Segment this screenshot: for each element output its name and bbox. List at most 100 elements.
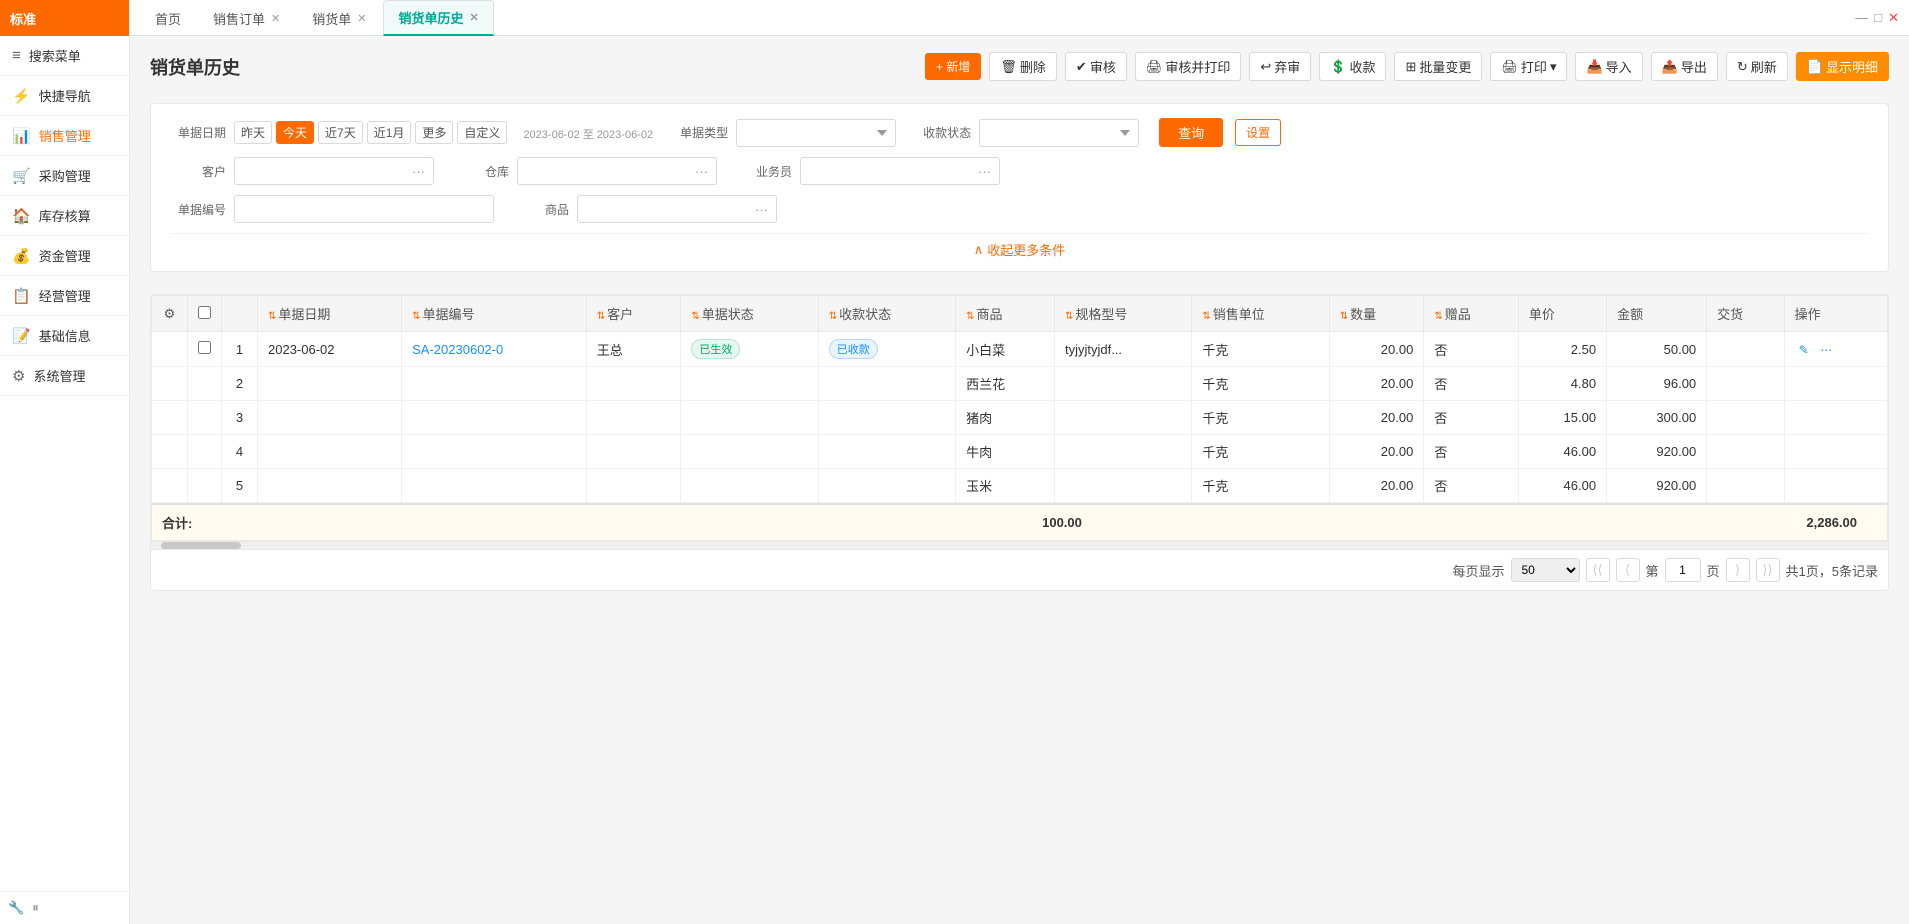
page-input[interactable]	[1665, 558, 1701, 582]
close-window-icon[interactable]: ✕	[1888, 10, 1899, 26]
col-settings[interactable]: ⚙	[152, 296, 188, 332]
goods-picker-dots[interactable]: ···	[755, 202, 768, 217]
page-next-btn[interactable]: ⟩	[1726, 558, 1750, 582]
show-detail-button[interactable]: 📄 显示明细	[1796, 52, 1889, 81]
audit-button[interactable]: ✔ 审核	[1065, 52, 1127, 81]
cell-docno[interactable]	[402, 435, 587, 469]
sidebar-item-sales[interactable]: 📊 销售管理	[0, 116, 129, 156]
batch-change-button[interactable]: ⊞ 批量变更	[1394, 52, 1482, 81]
date-yesterday-btn[interactable]: 昨天	[234, 121, 272, 144]
col-check[interactable]	[188, 296, 222, 332]
cell-amount: 50.00	[1607, 332, 1707, 367]
col-customer[interactable]: ⇅客户	[586, 296, 681, 332]
cell-check[interactable]	[188, 332, 222, 367]
doctype-select[interactable]	[736, 119, 896, 147]
date-more-btn[interactable]: 更多	[415, 121, 453, 144]
docno-label: 单据编号	[171, 201, 226, 218]
cell-docdate	[258, 401, 402, 435]
sidebar-item-finance[interactable]: 💰 资金管理	[0, 236, 129, 276]
edit-action[interactable]: ✎	[1795, 342, 1813, 358]
discard-button[interactable]: ↩ 弃审	[1249, 52, 1311, 81]
customer-picker[interactable]: ···	[234, 157, 434, 185]
page-first-btn[interactable]: ⟨⟨	[1586, 558, 1610, 582]
tab-close-sales-invoice[interactable]: ✕	[357, 12, 366, 25]
sidebar-item-operations[interactable]: 📋 经营管理	[0, 276, 129, 316]
maximize-icon[interactable]: □	[1874, 10, 1882, 25]
sidebar-item-quick-nav[interactable]: ⚡ 快捷导航	[0, 76, 129, 116]
pause-icon[interactable]: ⏸	[32, 900, 39, 916]
sidebar-item-label: 资金管理	[39, 246, 91, 265]
cell-unitprice: 15.00	[1518, 401, 1606, 435]
col-docno[interactable]: ⇅单据编号	[402, 296, 587, 332]
date-7days-btn[interactable]: 近7天	[318, 121, 363, 144]
cell-delivery	[1707, 332, 1784, 367]
date-1month-btn[interactable]: 近1月	[367, 121, 412, 144]
settings-icon[interactable]: 🔧	[8, 900, 24, 916]
sidebar-item-basic-info[interactable]: 📝 基础信息	[0, 316, 129, 356]
sales-icon: 📊	[12, 127, 31, 145]
warehouse-picker[interactable]: ···	[517, 157, 717, 185]
col-paystatus[interactable]: ⇅收款状态	[818, 296, 955, 332]
cell-docno[interactable]	[402, 401, 587, 435]
refresh-button[interactable]: ↻ 刷新	[1726, 52, 1788, 81]
tab-sales-invoice[interactable]: 销货单 ✕	[297, 0, 381, 36]
query-button[interactable]: 查询	[1159, 118, 1223, 147]
col-docstatus[interactable]: ⇅单据状态	[681, 296, 818, 332]
import-button[interactable]: 📥 导入	[1575, 52, 1642, 81]
export-button[interactable]: 📤 导出	[1651, 52, 1718, 81]
cell-goods: 猪肉	[956, 401, 1055, 435]
delete-button[interactable]: 🗑 删除	[989, 52, 1057, 81]
collapse-arrow-icon: ∧	[974, 242, 984, 258]
audit-print-button[interactable]: 🖨 审核并打印	[1135, 52, 1242, 81]
cell-check[interactable]	[188, 469, 222, 503]
sidebar-item-purchase[interactable]: 🛒 采购管理	[0, 156, 129, 196]
col-qty[interactable]: ⇅数量	[1329, 296, 1424, 332]
date-range-display: 2023-06-02 至 2023-06-02	[523, 126, 653, 142]
page-size-select[interactable]: 50 100	[1511, 558, 1580, 582]
cell-check[interactable]	[188, 401, 222, 435]
warehouse-picker-dots[interactable]: ···	[695, 164, 708, 179]
more-action[interactable]: ⋯	[1816, 342, 1836, 358]
cell-docno[interactable]: SA-20230602-0	[402, 332, 587, 367]
col-docdate[interactable]: ⇅单据日期	[258, 296, 402, 332]
tab-close-sales-history[interactable]: ✕	[470, 11, 479, 24]
cell-docno[interactable]	[402, 367, 587, 401]
tab-sales-order[interactable]: 销售订单 ✕	[198, 0, 295, 36]
check-all[interactable]	[198, 306, 211, 319]
col-spec[interactable]: ⇅规格型号	[1054, 296, 1191, 332]
new-button[interactable]: + 新增	[925, 53, 981, 80]
date-today-btn[interactable]: 今天	[276, 121, 314, 144]
sidebar-item-search-menu[interactable]: ≡ 搜索菜单	[0, 36, 129, 76]
page-label-post: 页	[1707, 561, 1720, 580]
cell-docdate	[258, 469, 402, 503]
sidebar-item-inventory[interactable]: 🏠 库存核算	[0, 196, 129, 236]
print-button[interactable]: 🖨 打印 ▾	[1490, 52, 1567, 81]
cell-check[interactable]	[188, 367, 222, 401]
pay-status-select[interactable]	[979, 119, 1139, 147]
tab-home[interactable]: 首页	[140, 0, 196, 36]
col-goods[interactable]: ⇅商品	[956, 296, 1055, 332]
collapse-filter-btn[interactable]: ∧ 收起更多条件	[171, 233, 1868, 261]
salesman-picker[interactable]: ···	[800, 157, 1000, 185]
horizontal-scrollbar[interactable]	[151, 541, 1888, 549]
row-checkbox[interactable]	[198, 341, 211, 354]
tab-sales-history[interactable]: 销货单历史 ✕	[383, 0, 493, 36]
col-unit[interactable]: ⇅销售单位	[1192, 296, 1329, 332]
col-gift[interactable]: ⇅赠品	[1424, 296, 1519, 332]
export-icon: 📤	[1662, 59, 1678, 75]
goods-picker[interactable]: ···	[577, 195, 777, 223]
sidebar-item-sys-mgmt[interactable]: ⚙ 系统管理	[0, 356, 129, 396]
salesman-picker-dots[interactable]: ···	[978, 164, 991, 179]
tab-close-sales-order[interactable]: ✕	[271, 12, 280, 25]
page-last-btn[interactable]: ⟩⟩	[1756, 558, 1780, 582]
date-custom-btn[interactable]: 自定义	[457, 121, 507, 144]
docno-input[interactable]	[234, 195, 494, 223]
minimize-icon[interactable]: —	[1855, 10, 1868, 25]
scroll-thumb[interactable]	[161, 542, 241, 549]
collect-button[interactable]: 💲 收款	[1319, 52, 1386, 81]
settings-filter-button[interactable]: 设置	[1235, 119, 1281, 146]
page-prev-btn[interactable]: ⟨	[1616, 558, 1640, 582]
cell-docno[interactable]	[402, 469, 587, 503]
cell-check[interactable]	[188, 435, 222, 469]
customer-picker-dots[interactable]: ···	[412, 164, 425, 179]
